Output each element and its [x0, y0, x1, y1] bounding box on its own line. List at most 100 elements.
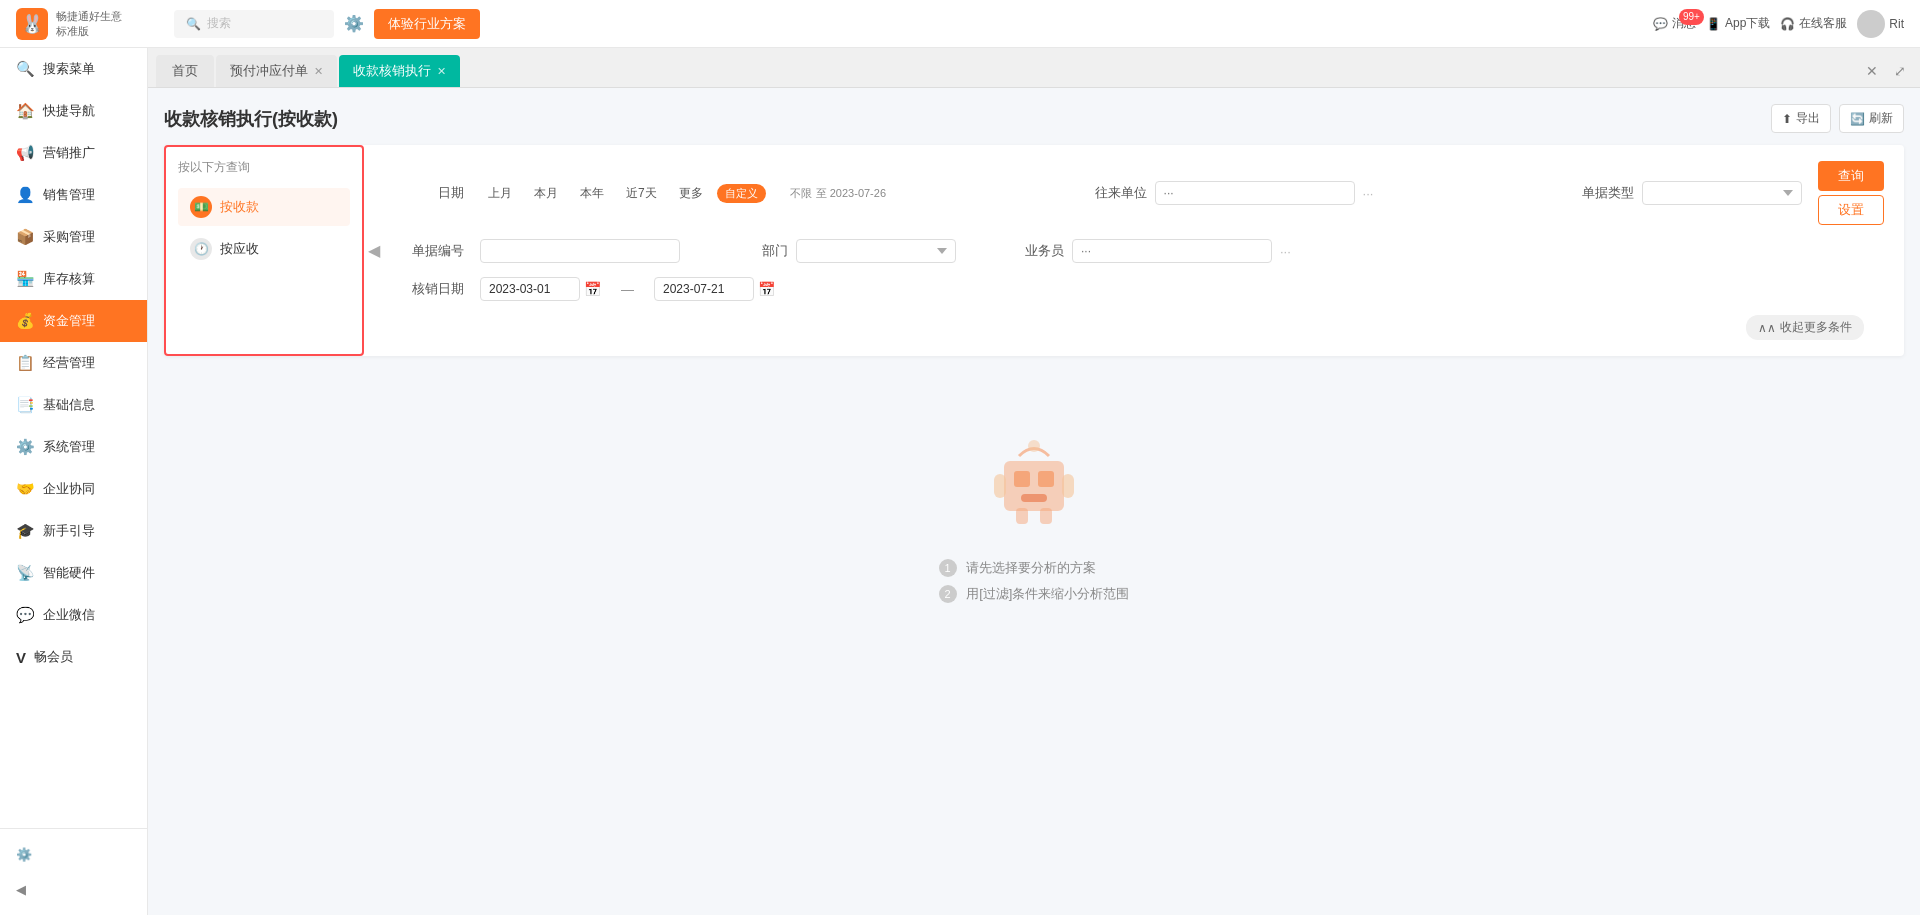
sidebar: 🔍 搜索菜单 🏠 快捷导航 📢 营销推广 👤 销售管理 📦 采购管理 🏪 库存核…: [0, 48, 148, 915]
step-num-1: 1: [939, 559, 957, 577]
tab-receivable-close[interactable]: ✕: [437, 66, 446, 77]
refresh-btn[interactable]: 🔄 刷新: [1839, 104, 1904, 133]
sidebar-item-inventory[interactable]: 🏪 库存核算: [0, 258, 147, 300]
sidebar-settings-btn[interactable]: ⚙️: [0, 837, 147, 872]
settings-gear-icon[interactable]: ⚙️: [344, 14, 364, 33]
content-area: 首页 预付冲应付单 ✕ 收款核销执行 ✕ ✕ ⤢ 收款核销执行(按收款): [148, 48, 1920, 915]
counterpart-group: 往来单位 ···: [1087, 181, 1374, 205]
by-receipt-label: 按收款: [220, 198, 259, 216]
dept-select[interactable]: [796, 239, 956, 263]
date-btn-this-month[interactable]: 本月: [526, 182, 566, 205]
verify-date-end-wrap: 📅: [654, 277, 775, 301]
query-btn[interactable]: 查询: [1818, 161, 1884, 191]
tab-home-label: 首页: [172, 62, 198, 80]
tab-home[interactable]: 首页: [156, 55, 214, 87]
sidebar-bottom: ⚙️ ◀: [0, 828, 147, 915]
sidebar-item-sales[interactable]: 👤 销售管理: [0, 174, 147, 216]
sidebar-collapse-btn[interactable]: ◀: [0, 872, 147, 907]
date-btn-more[interactable]: 更多: [671, 182, 711, 205]
filter-container: 按以下方查询 💵 按收款 🕐 按应收 ◀: [164, 145, 1904, 356]
sidebar-item-member[interactable]: V 畅会员: [0, 636, 147, 678]
filter-settings-btn[interactable]: 设置: [1818, 195, 1884, 225]
sidebar-item-search-menu[interactable]: 🔍 搜索菜单: [0, 48, 147, 90]
online-service-action[interactable]: 🎧 在线客服: [1780, 15, 1847, 32]
staff-input[interactable]: [1072, 239, 1272, 263]
svg-rect-5: [1062, 474, 1074, 498]
counterpart-dots[interactable]: ···: [1363, 186, 1374, 201]
tab-prepay-close[interactable]: ✕: [314, 66, 323, 77]
verify-date-end-cal-icon[interactable]: 📅: [758, 281, 775, 297]
staff-label: 业务员: [1004, 242, 1064, 260]
date-group: 上月 本月 本年 近7天 更多 自定义: [480, 182, 766, 205]
empty-step-2: 2 用[过滤]条件来缩小分析范围: [939, 581, 1130, 607]
sidebar-item-operations[interactable]: 📋 经营管理: [0, 342, 147, 384]
sidebar-item-label: 企业协同: [43, 480, 95, 498]
sidebar-item-guide[interactable]: 🎓 新手引导: [0, 510, 147, 552]
verify-date-label: 核销日期: [404, 280, 464, 298]
sidebar-item-label: 资金管理: [43, 312, 95, 330]
industry-btn[interactable]: 体验行业方案: [374, 9, 480, 39]
by-receipt-icon: 💵: [190, 196, 212, 218]
collapse-more-btn[interactable]: ∧∧ 收起更多条件: [1746, 315, 1864, 340]
sidebar-item-finance[interactable]: 💰 资金管理: [0, 300, 147, 342]
sidebar-item-wechat[interactable]: 💬 企业微信: [0, 594, 147, 636]
staff-group: 业务员 ···: [1004, 239, 1291, 263]
sidebar-item-enterprise[interactable]: 🤝 企业协同: [0, 468, 147, 510]
tab-prepay[interactable]: 预付冲应付单 ✕: [216, 55, 337, 87]
sidebar-item-system[interactable]: ⚙️ 系统管理: [0, 426, 147, 468]
sidebar-item-label: 企业微信: [43, 606, 95, 624]
verify-date-end-input[interactable]: [654, 277, 754, 301]
sidebar-item-label: 销售管理: [43, 186, 95, 204]
svg-point-8: [1028, 440, 1040, 452]
dept-group: 部门: [728, 239, 956, 263]
verify-date-start-input[interactable]: [480, 277, 580, 301]
counterpart-input[interactable]: [1155, 181, 1355, 205]
date-btn-this-year[interactable]: 本年: [572, 182, 612, 205]
user-profile[interactable]: Rit: [1857, 10, 1904, 38]
date-range-dash: —: [621, 282, 634, 297]
app-download-action[interactable]: 📱 App下载: [1706, 15, 1770, 32]
date-to-label: 至 2023-07-26: [816, 186, 886, 201]
finance-icon: 💰: [16, 312, 35, 330]
filter-left-collapse-btn[interactable]: ◀: [364, 145, 384, 356]
staff-dots[interactable]: ···: [1280, 244, 1291, 259]
step-num-2: 2: [939, 585, 957, 603]
empty-steps: 1 请先选择要分析的方案 2 用[过滤]条件来缩小分析范围: [939, 555, 1130, 607]
sidebar-item-basic-info[interactable]: 📑 基础信息: [0, 384, 147, 426]
export-btn[interactable]: ⬆ 导出: [1771, 104, 1831, 133]
user-name: Rit: [1889, 17, 1904, 31]
top-search-bar[interactable]: 🔍 搜索: [174, 10, 334, 38]
sidebar-item-marketing[interactable]: 📢 营销推广: [0, 132, 147, 174]
collapse-more-label: 收起更多条件: [1780, 319, 1852, 336]
logo-text: 畅捷通好生意 标准版: [56, 9, 122, 38]
sidebar-item-label: 新手引导: [43, 522, 95, 540]
sidebar-item-label: 营销推广: [43, 144, 95, 162]
sidebar-item-label: 采购管理: [43, 228, 95, 246]
sidebar-item-hardware[interactable]: 📡 智能硬件: [0, 552, 147, 594]
filter-left-panel: 按以下方查询 💵 按收款 🕐 按应收: [164, 145, 364, 356]
logo-icon: 🐰: [16, 8, 48, 40]
date-range-info: 不限 至 2023-07-26: [790, 186, 886, 201]
app-icon: 📱: [1706, 17, 1721, 31]
tab-receivable[interactable]: 收款核销执行 ✕: [339, 55, 460, 87]
date-custom-badge[interactable]: 自定义: [717, 184, 766, 203]
tab-close-all-btn[interactable]: ✕: [1860, 59, 1884, 83]
filter-option-by-receipt[interactable]: 💵 按收款: [178, 188, 350, 226]
tab-expand-btn[interactable]: ⤢: [1888, 59, 1912, 83]
sidebar-item-purchase[interactable]: 📦 采购管理: [0, 216, 147, 258]
message-action[interactable]: 💬 消息 99+: [1653, 15, 1696, 32]
filter-row-docno: 单据编号 部门 业务员 ···: [404, 239, 1884, 263]
date-btn-last-7[interactable]: 近7天: [618, 182, 665, 205]
empty-step-1-text: 请先选择要分析的方案: [966, 560, 1096, 575]
sidebar-item-quick-nav[interactable]: 🏠 快捷导航: [0, 90, 147, 132]
sidebar-item-label: 基础信息: [43, 396, 95, 414]
filter-left-title: 按以下方查询: [178, 159, 350, 176]
doc-no-input[interactable]: [480, 239, 680, 263]
filter-option-by-receivable[interactable]: 🕐 按应收: [178, 230, 350, 268]
doc-type-select[interactable]: [1642, 181, 1802, 205]
verify-date-start-cal-icon[interactable]: 📅: [584, 281, 601, 297]
page-header-actions: ⬆ 导出 🔄 刷新: [1771, 104, 1904, 133]
empty-step-2-text: 用[过滤]条件来缩小分析范围: [966, 586, 1129, 601]
date-btn-last-month[interactable]: 上月: [480, 182, 520, 205]
sidebar-item-label: 经营管理: [43, 354, 95, 372]
